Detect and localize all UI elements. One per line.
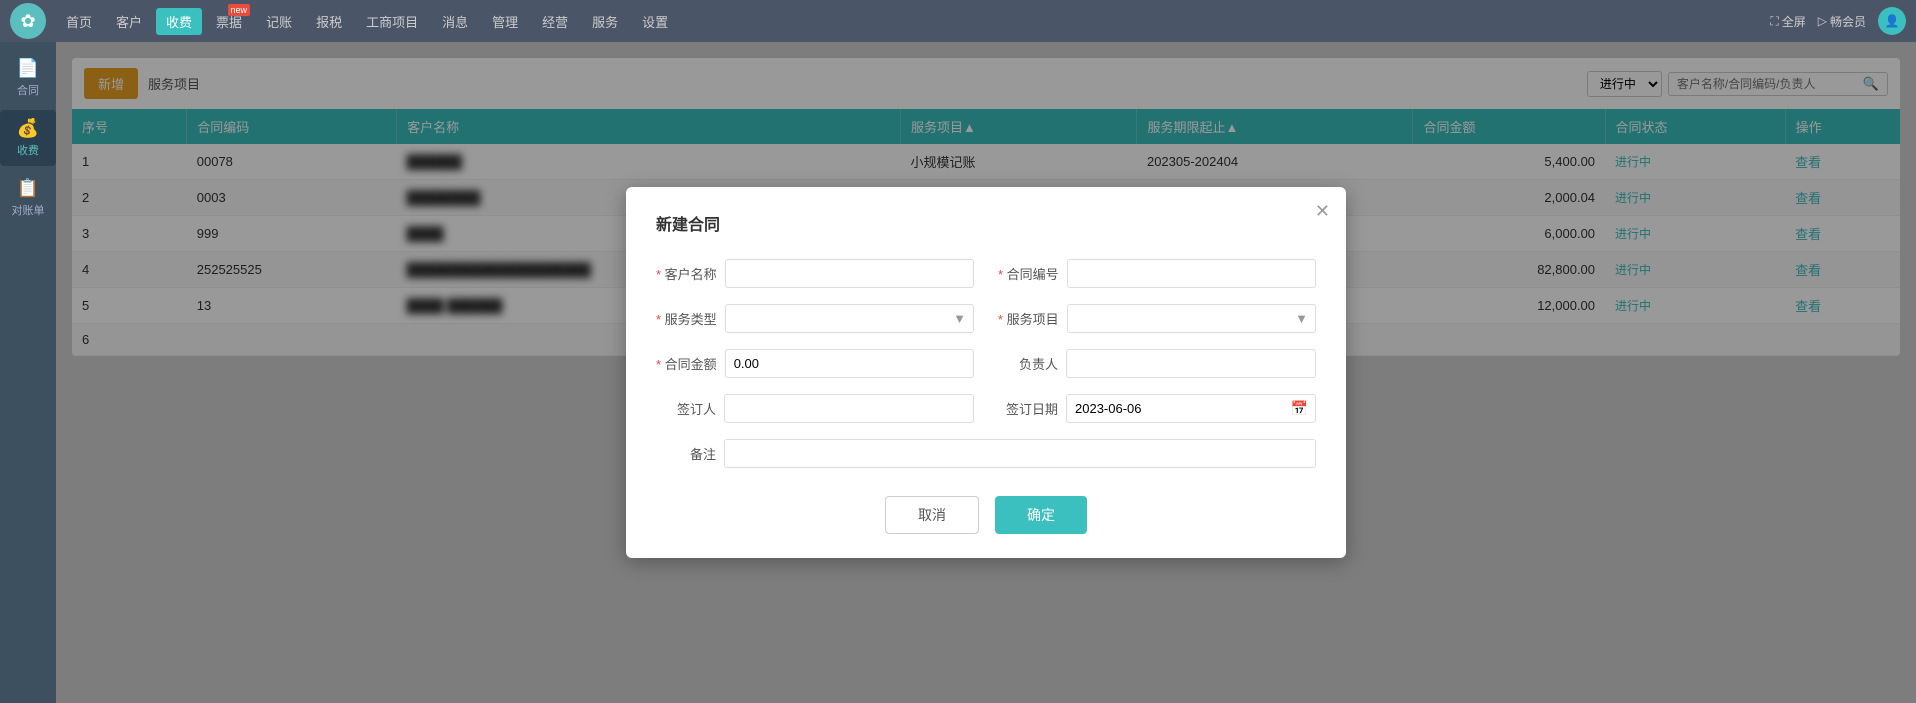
form-row-responsible: 负责人	[998, 349, 1316, 378]
notes-label: 备注	[656, 444, 716, 463]
form-row-signer: 签订人	[656, 394, 974, 423]
notes-input[interactable]	[724, 439, 1316, 468]
sign-date-label: 签订日期	[998, 399, 1058, 418]
service-type-label: 服务类型	[656, 309, 717, 328]
avatar[interactable]: 👤	[1878, 7, 1906, 35]
modal-footer: 取消 确定	[656, 496, 1316, 534]
sign-date-input[interactable]	[1066, 394, 1316, 423]
nav-item-manage[interactable]: 管理	[482, 8, 528, 35]
nav-item-invoice[interactable]: 票据 new	[206, 8, 252, 35]
sidebar-item-charge[interactable]: 💰 收费	[0, 110, 56, 166]
form-grid: 客户名称 合同编号 服务类型 ▼	[656, 259, 1316, 468]
responsible-input[interactable]	[1066, 349, 1316, 378]
responsible-label: 负责人	[998, 354, 1058, 373]
nav-item-bookkeeping[interactable]: 记账	[256, 8, 302, 35]
nav-right: ⛶ 全屏 ▷ 畅会员 👤	[1770, 7, 1906, 35]
avatar-icon: 👤	[1885, 14, 1900, 28]
sidebar-item-reconcile[interactable]: 📋 对账单	[0, 170, 56, 226]
sidebar: 📄 合同 💰 收费 📋 对账单	[0, 42, 56, 703]
form-row-notes: 备注	[656, 439, 1316, 468]
client-name-input[interactable]	[725, 259, 974, 288]
new-contract-modal: 新建合同 ✕ 客户名称 合同编号 服务类型	[626, 187, 1346, 558]
nav-item-settings[interactable]: 设置	[632, 8, 678, 35]
modal-title: 新建合同	[656, 211, 1316, 235]
form-row-sign-date: 签订日期 📅	[998, 394, 1316, 423]
service-item-select[interactable]	[1067, 304, 1316, 333]
main-layout: 📄 合同 💰 收费 📋 对账单 新增 服务项目 进行中 已完成 已终止	[0, 42, 1916, 703]
sign-date-wrap: 📅	[1066, 394, 1316, 423]
form-row-amount: 合同金额	[656, 349, 974, 378]
sidebar-item-label-contract: 合同	[17, 82, 39, 98]
contract-amount-input[interactable]	[725, 349, 974, 378]
form-row-client: 客户名称	[656, 259, 974, 288]
reconcile-icon: 📋	[17, 178, 39, 199]
app-logo: ✿	[10, 3, 46, 39]
confirm-button[interactable]: 确定	[995, 496, 1087, 534]
nav-item-client[interactable]: 客户	[106, 8, 152, 35]
cancel-button[interactable]: 取消	[885, 496, 979, 534]
modal-overlay: 新建合同 ✕ 客户名称 合同编号 服务类型	[56, 42, 1916, 703]
contract-no-input[interactable]	[1067, 259, 1316, 288]
charge-icon: 💰	[17, 118, 39, 139]
sidebar-item-label-reconcile: 对账单	[12, 202, 45, 218]
service-item-select-wrap: ▼	[1067, 304, 1316, 333]
form-row-service-item: 服务项目 ▼	[998, 304, 1316, 333]
nav-item-operation[interactable]: 经营	[532, 8, 578, 35]
form-row-contract-no: 合同编号	[998, 259, 1316, 288]
contract-amount-label: 合同金额	[656, 354, 717, 373]
client-name-label: 客户名称	[656, 264, 717, 283]
top-navigation: ✿ 首页 客户 收费 票据 new 记账 报税 工商项目 消息 管理 经营 服务…	[0, 0, 1916, 42]
vip-icon: ▷	[1818, 14, 1827, 28]
vip-button[interactable]: ▷ 畅会员	[1818, 13, 1866, 30]
nav-item-message[interactable]: 消息	[432, 8, 478, 35]
nav-items: 首页 客户 收费 票据 new 记账 报税 工商项目 消息 管理 经营 服务 设…	[56, 8, 1770, 35]
fullscreen-button[interactable]: ⛶ 全屏	[1770, 13, 1805, 30]
new-badge: new	[228, 4, 251, 16]
sidebar-item-label-charge: 收费	[17, 142, 39, 158]
nav-item-charge[interactable]: 收费	[156, 8, 202, 35]
nav-item-industry[interactable]: 工商项目	[356, 8, 428, 35]
signer-input[interactable]	[724, 394, 974, 423]
service-type-select-wrap: ▼	[725, 304, 974, 333]
modal-close-button[interactable]: ✕	[1315, 201, 1330, 222]
signer-label: 签订人	[656, 399, 716, 418]
fullscreen-icon: ⛶	[1770, 14, 1778, 29]
service-item-label: 服务项目	[998, 309, 1059, 328]
nav-item-service[interactable]: 服务	[582, 8, 628, 35]
contract-no-label: 合同编号	[998, 264, 1059, 283]
nav-item-tax[interactable]: 报税	[306, 8, 352, 35]
form-row-service-type: 服务类型 ▼	[656, 304, 974, 333]
nav-item-home[interactable]: 首页	[56, 8, 102, 35]
service-type-select[interactable]	[725, 304, 974, 333]
contract-icon: 📄	[17, 58, 39, 79]
sidebar-item-contract[interactable]: 📄 合同	[0, 50, 56, 106]
content-area: 新增 服务项目 进行中 已完成 已终止 🔍	[56, 42, 1916, 703]
